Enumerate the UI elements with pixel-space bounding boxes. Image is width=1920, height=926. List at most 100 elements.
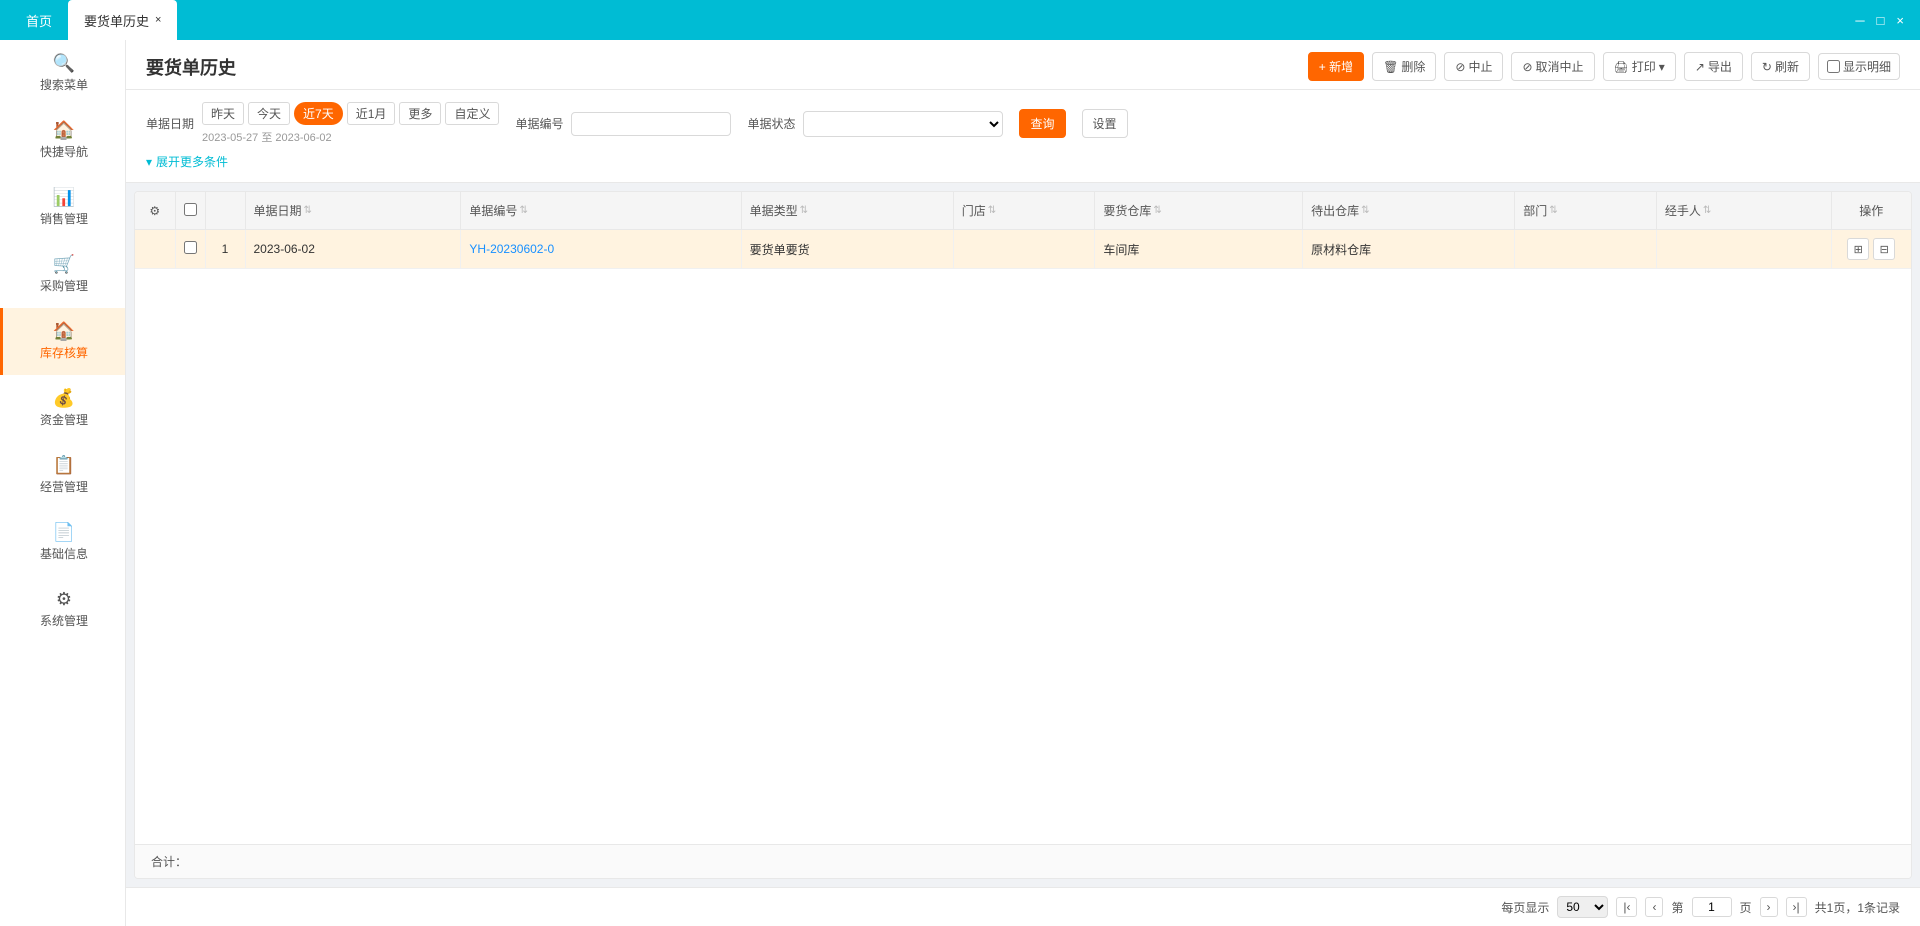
status-select[interactable] [803,111,1003,137]
row-edit-btn[interactable]: ⊞ [1847,238,1869,260]
display-detail-checkbox[interactable] [1827,60,1840,73]
filter-bar: 单据日期 昨天 今天 近7天 近1月 更多 自定义 2023-05-27 至 2… [126,90,1920,183]
refresh-label: 刷新 [1775,58,1799,75]
cancel-stop-button[interactable]: ⊘ 取消中止 [1511,52,1594,81]
th-doc-type-label: 单据类型 [750,202,798,219]
row-more-btn[interactable]: ⊟ [1873,238,1895,260]
filter-row: 单据日期 昨天 今天 近7天 近1月 更多 自定义 2023-05-27 至 2… [146,102,1900,145]
th-doc-date-label: 单据日期 [254,202,302,219]
delete-button[interactable]: 🗑 删除 [1372,52,1436,81]
window-minimize-icon[interactable]: ─ [1855,13,1864,28]
table-footer: 合计： [135,844,1911,878]
th-index [205,192,245,230]
sidebar-item-purchase-label: 采购管理 [40,277,88,294]
row-pending-warehouse: 原材料仓库 [1303,230,1515,269]
sidebar-item-sales-label: 销售管理 [40,210,88,227]
print-button[interactable]: 🖨 打印 ▾ [1603,52,1676,81]
operations-icon: 📋 [53,456,75,474]
docno-input[interactable] [571,112,731,136]
display-detail-btn[interactable]: 显示明细 [1818,53,1900,80]
cancel-stop-icon: ⊘ [1522,60,1532,74]
delete-btn-label: 删除 [1401,58,1425,75]
th-department[interactable]: 部门 ⇅ [1515,192,1657,230]
prev-page-btn[interactable]: ‹ [1645,897,1663,917]
cancel-stop-label: 取消中止 [1536,58,1584,75]
th-pending-warehouse[interactable]: 待出仓库 ⇅ [1303,192,1515,230]
next-page-btn[interactable]: › [1760,897,1778,917]
date-btn-today[interactable]: 今天 [248,102,290,125]
sort-doc-type-icon: ⇅ [800,205,808,216]
sort-doc-no-icon: ⇅ [519,205,527,216]
sidebar-item-sales[interactable]: 📊 销售管理 [0,174,125,241]
date-btn-custom[interactable]: 自定义 [445,102,499,125]
page-title: 要货单历史 [146,54,236,80]
sidebar-item-purchase[interactable]: 🛒 采购管理 [0,241,125,308]
date-filter-label: 单据日期 [146,115,194,132]
th-doc-no[interactable]: 单据编号 ⇅ [461,192,741,230]
row-checkbox[interactable] [184,241,197,254]
sidebar-item-search-menu[interactable]: 🔍 搜索菜单 [0,40,125,107]
sidebar-item-inventory[interactable]: 🏠 库存核算 [0,308,125,375]
select-all-checkbox[interactable] [184,203,197,216]
sidebar-item-inventory-label: 库存核算 [40,344,88,361]
status-label: 单据状态 [747,115,795,132]
tab-home[interactable]: 首页 [10,0,68,40]
new-button[interactable]: + 新增 [1308,52,1364,81]
th-doc-date[interactable]: 单据日期 ⇅ [245,192,461,230]
row-settings [135,230,175,269]
th-settings[interactable]: ⚙ [135,192,175,230]
th-doc-type[interactable]: 单据类型 ⇅ [741,192,953,230]
base-info-icon: 📄 [53,523,75,541]
delete-icon: 🗑 [1383,60,1398,74]
th-doc-no-label: 单据编号 [469,202,517,219]
page-input[interactable] [1692,897,1732,917]
date-btn-7days[interactable]: 近7天 [294,102,343,125]
settings-button[interactable]: 设置 [1082,109,1128,138]
sort-dept-icon: ⇅ [1549,205,1557,216]
stop-button[interactable]: ⊘ 中止 [1444,52,1503,81]
date-btn-1month[interactable]: 近1月 [347,102,396,125]
page-unit: 页 [1740,899,1752,916]
date-filter-options: 昨天 今天 近7天 近1月 更多 自定义 2023-05-27 至 2023-0… [202,102,499,145]
sidebar-item-operations[interactable]: 📋 经营管理 [0,442,125,509]
last-page-btn[interactable]: ›| [1786,897,1807,917]
th-dept-label: 部门 [1523,202,1547,219]
export-button[interactable]: ↗ 导出 [1684,52,1743,81]
header-actions: + 新增 🗑 删除 ⊘ 中止 ⊘ 取消中止 🖨 打印 ▾ [1308,52,1900,81]
table-wrapper: ⚙ 单据日期 ⇅ [135,192,1911,844]
window-close-icon[interactable]: × [1896,13,1904,28]
sidebar-item-finance[interactable]: 💰 资金管理 [0,375,125,442]
stop-btn-label: 中止 [1468,58,1492,75]
page-size-select[interactable]: 10 20 50 100 [1557,896,1608,918]
refresh-button[interactable]: ↻ 刷新 [1751,52,1810,81]
sidebar-item-quick-nav[interactable]: 🏠 快捷导航 [0,107,125,174]
new-btn-label: + 新增 [1319,58,1353,75]
main-layout: 🔍 搜索菜单 🏠 快捷导航 📊 销售管理 🛒 采购管理 🏠 库存核算 💰 资金管… [0,40,1920,926]
sidebar-item-system[interactable]: ⚙ 系统管理 [0,576,125,643]
sidebar-item-system-label: 系统管理 [40,612,88,629]
sort-handler-icon: ⇅ [1703,205,1711,216]
row-doc-no-link[interactable]: YH-20230602-0 [469,242,554,256]
tab-close-icon[interactable]: × [155,14,161,26]
th-pending-wh-label: 待出仓库 [1311,202,1359,219]
th-req-warehouse[interactable]: 要货仓库 ⇅ [1095,192,1303,230]
th-store[interactable]: 门店 ⇅ [953,192,1095,230]
row-doc-date: 2023-06-02 [245,230,461,269]
docno-filter-group: 单据编号 [515,112,731,136]
sort-req-wh-icon: ⇅ [1153,205,1161,216]
th-handler[interactable]: 经手人 ⇅ [1656,192,1831,230]
print-icon: 🖨 [1614,60,1629,74]
search-button[interactable]: 查询 [1019,109,1065,138]
export-label: 导出 [1708,58,1732,75]
window-maximize-icon[interactable]: □ [1877,13,1885,28]
table-container: ⚙ 单据日期 ⇅ [134,191,1912,879]
sidebar-item-base-info[interactable]: 📄 基础信息 [0,509,125,576]
date-btn-yesterday[interactable]: 昨天 [202,102,244,125]
date-btn-more[interactable]: 更多 [399,102,441,125]
purchase-icon: 🛒 [53,255,75,273]
date-btns: 昨天 今天 近7天 近1月 更多 自定义 [202,102,499,125]
row-req-warehouse: 车间库 [1095,230,1303,269]
tab-requisition-history[interactable]: 要货单历史 × [68,0,177,40]
expand-more-btn[interactable]: ▾ 展开更多条件 [146,153,1900,170]
first-page-btn[interactable]: |‹ [1616,897,1637,917]
